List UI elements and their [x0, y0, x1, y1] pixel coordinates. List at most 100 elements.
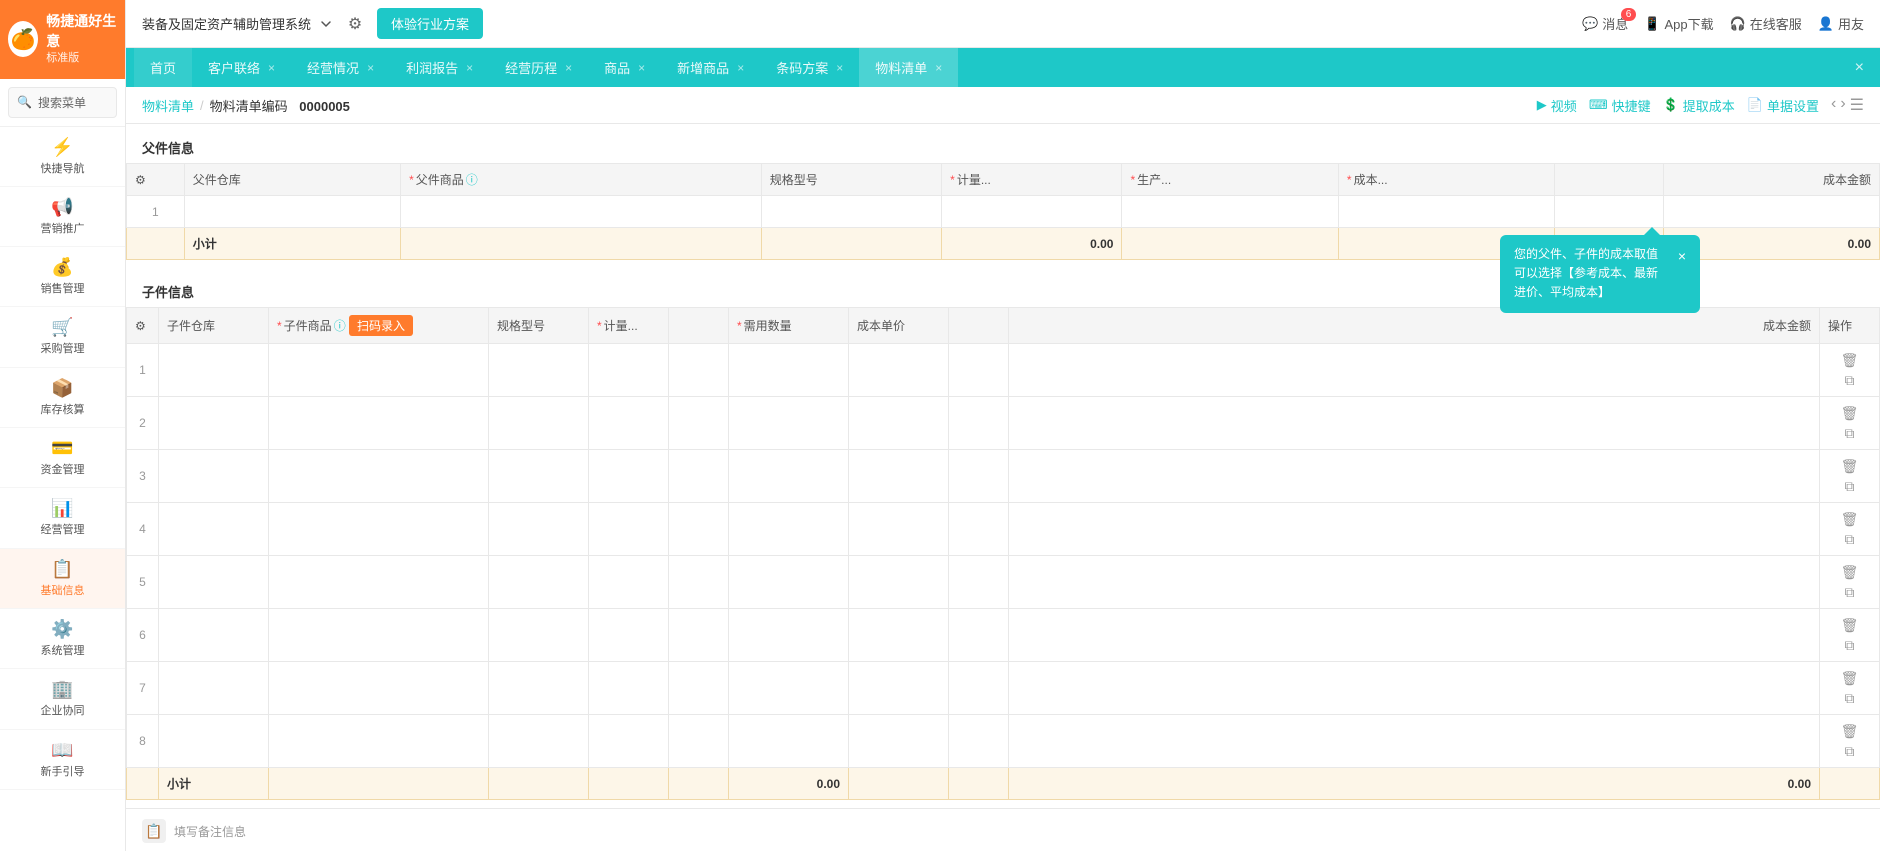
child-row-7-unit-cost[interactable] — [849, 662, 949, 715]
child-row-8-unit-cost[interactable] — [849, 715, 949, 768]
sidebar-item-finance[interactable]: 💳 资金管理 — [0, 428, 125, 488]
child-row-1-unit-cost[interactable] — [849, 344, 949, 397]
child-row-6-qty[interactable] — [589, 609, 669, 662]
child-row-5-spec[interactable] — [489, 556, 589, 609]
parent-row-1-warehouse[interactable] — [184, 196, 400, 228]
parent-row-1-produce[interactable] — [1122, 196, 1338, 228]
search-menu-button[interactable]: 🔍 搜索菜单 — [8, 87, 117, 118]
sidebar-item-sales[interactable]: 💰 销售管理 — [0, 247, 125, 307]
child-row-8-goods[interactable] — [269, 715, 489, 768]
copy-row-5-button[interactable]: ⧉ — [1840, 582, 1860, 602]
tab-history-close[interactable]: × — [565, 61, 572, 75]
child-row-3-qty[interactable] — [589, 450, 669, 503]
app-download-button[interactable]: 📱 App下载 — [1644, 14, 1713, 33]
tab-profit-close[interactable]: × — [466, 61, 473, 75]
child-row-5-goods[interactable] — [269, 556, 489, 609]
child-row-4-qty[interactable] — [589, 503, 669, 556]
child-row-3-unit-cost[interactable] — [849, 450, 949, 503]
child-row-4-warehouse[interactable] — [159, 503, 269, 556]
tab-new-goods-close[interactable]: × — [737, 61, 744, 75]
online-service-button[interactable]: 🎧 在线客服 — [1730, 14, 1802, 33]
child-row-5-qty[interactable] — [589, 556, 669, 609]
menu-icon[interactable]: ☰ — [1850, 95, 1864, 115]
delete-row-4-button[interactable]: 🗑 — [1840, 509, 1860, 529]
tab-goods-close[interactable]: × — [638, 61, 645, 75]
tab-home[interactable]: 首页 — [134, 48, 192, 87]
tab-customer-close[interactable]: × — [268, 61, 275, 75]
child-row-2-unit-cost[interactable] — [849, 397, 949, 450]
child-row-7-warehouse[interactable] — [159, 662, 269, 715]
child-row-1-spec[interactable] — [489, 344, 589, 397]
child-row-6-cost-amount[interactable] — [1009, 609, 1820, 662]
child-row-1-cost-amount[interactable] — [1009, 344, 1820, 397]
child-row-1-needed-qty[interactable] — [729, 344, 849, 397]
child-row-6-spec[interactable] — [489, 609, 589, 662]
child-row-4-needed-qty[interactable] — [729, 503, 849, 556]
copy-row-6-button[interactable]: ⧉ — [1840, 635, 1860, 655]
delete-row-5-button[interactable]: 🗑 — [1840, 562, 1860, 582]
settings-action[interactable]: 📄 单据设置 — [1747, 96, 1819, 115]
copy-row-1-button[interactable]: ⧉ — [1840, 370, 1860, 390]
tab-bom-close[interactable]: × — [935, 61, 942, 75]
parent-gear-icon[interactable]: ⚙ — [135, 173, 146, 187]
child-row-2-cost-amount[interactable] — [1009, 397, 1820, 450]
parent-row-1-cost[interactable] — [1338, 196, 1554, 228]
child-row-6-warehouse[interactable] — [159, 609, 269, 662]
child-row-2-warehouse[interactable] — [159, 397, 269, 450]
child-row-2-spec[interactable] — [489, 397, 589, 450]
sidebar-item-system[interactable]: ⚙️ 系统管理 — [0, 609, 125, 669]
copy-row-4-button[interactable]: ⧉ — [1840, 529, 1860, 549]
system-dropdown[interactable] — [319, 17, 333, 31]
tooltip-close-button[interactable]: × — [1678, 245, 1686, 267]
child-row-7-needed-qty[interactable] — [729, 662, 849, 715]
child-row-8-warehouse[interactable] — [159, 715, 269, 768]
sidebar-item-guide[interactable]: 📖 新手引导 — [0, 730, 125, 790]
child-row-2-qty[interactable] — [589, 397, 669, 450]
delete-row-7-button[interactable]: 🗑 — [1840, 668, 1860, 688]
tab-operation-close[interactable]: × — [367, 61, 374, 75]
delete-row-6-button[interactable]: 🗑 — [1840, 615, 1860, 635]
child-row-4-spec[interactable] — [489, 503, 589, 556]
settings-gear-button[interactable]: ⚙ — [341, 10, 369, 38]
child-row-2-needed-qty[interactable] — [729, 397, 849, 450]
child-row-5-needed-qty[interactable] — [729, 556, 849, 609]
copy-row-3-button[interactable]: ⧉ — [1840, 476, 1860, 496]
tab-barcode[interactable]: 条码方案 × — [760, 48, 859, 87]
delete-row-2-button[interactable]: 🗑 — [1840, 403, 1860, 423]
user-button[interactable]: 👤 用友 — [1818, 14, 1864, 33]
child-row-4-cost-amount[interactable] — [1009, 503, 1820, 556]
sidebar-item-purchase[interactable]: 🛒 采购管理 — [0, 307, 125, 367]
parent-row-1-goods[interactable] — [401, 196, 762, 228]
sidebar-item-basic[interactable]: 📋 基础信息 — [0, 549, 125, 609]
child-row-4-unit-cost[interactable] — [849, 503, 949, 556]
child-row-2-goods[interactable] — [269, 397, 489, 450]
child-row-8-spec[interactable] — [489, 715, 589, 768]
tab-goods[interactable]: 商品 × — [588, 48, 661, 87]
close-all-tabs[interactable]: × — [1847, 59, 1872, 77]
tab-barcode-close[interactable]: × — [836, 61, 843, 75]
sidebar-item-enterprise[interactable]: 🏢 企业协同 — [0, 669, 125, 729]
sidebar-item-quick-nav[interactable]: ⚡ 快捷导航 — [0, 127, 125, 187]
child-row-3-goods[interactable] — [269, 450, 489, 503]
child-row-3-spec[interactable] — [489, 450, 589, 503]
message-button[interactable]: 💬 消息 6 — [1582, 14, 1628, 33]
sidebar-item-marketing[interactable]: 📢 营销推广 — [0, 187, 125, 247]
trial-button[interactable]: 体验行业方案 — [377, 8, 483, 39]
child-gear-icon[interactable]: ⚙ — [135, 319, 146, 333]
parent-row-1-qty[interactable] — [942, 196, 1122, 228]
child-row-7-qty[interactable] — [589, 662, 669, 715]
sidebar-item-inventory[interactable]: 📦 库存核算 — [0, 368, 125, 428]
tab-profit[interactable]: 利润报告 × — [390, 48, 489, 87]
child-row-4-goods[interactable] — [269, 503, 489, 556]
parent-row-1-spec[interactable] — [761, 196, 941, 228]
child-row-3-cost-amount[interactable] — [1009, 450, 1820, 503]
parent-col-gear[interactable]: ⚙ — [127, 164, 185, 196]
child-row-1-warehouse[interactable] — [159, 344, 269, 397]
child-row-8-qty[interactable] — [589, 715, 669, 768]
delete-row-3-button[interactable]: 🗑 — [1840, 456, 1860, 476]
child-row-3-warehouse[interactable] — [159, 450, 269, 503]
child-row-6-needed-qty[interactable] — [729, 609, 849, 662]
breadcrumb-bom[interactable]: 物料清单 — [142, 96, 194, 115]
child-row-3-needed-qty[interactable] — [729, 450, 849, 503]
copy-row-2-button[interactable]: ⧉ — [1840, 423, 1860, 443]
